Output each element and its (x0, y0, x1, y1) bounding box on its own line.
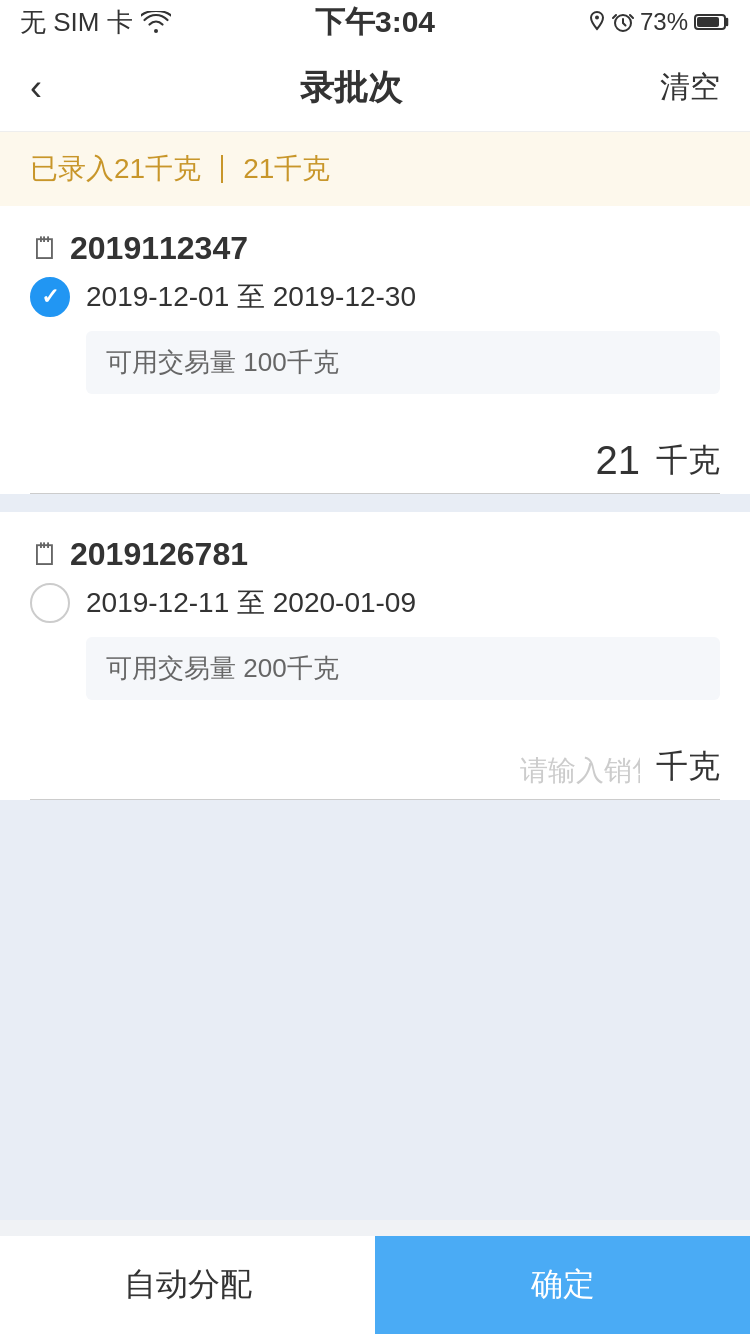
batch2-header: 🗒 2019126781 (30, 536, 720, 573)
section-divider-1 (0, 494, 750, 512)
page-title: 录批次 (300, 65, 402, 111)
batch1-qty-unit: 千克 (656, 439, 720, 483)
svg-point-0 (595, 16, 599, 20)
batch2-doc-icon: 🗒 (30, 538, 60, 572)
carrier-text: 无 SIM 卡 (20, 5, 133, 40)
batch2-radio[interactable] (30, 583, 70, 623)
battery-text: 73% (640, 8, 688, 36)
content-area: 已录入21千克 21千克 🗒 2019112347 2019-12-01 至 2… (0, 132, 750, 1334)
batch1-header: 🗒 2019112347 (30, 230, 720, 267)
batch1-qty-row: 千克 (0, 424, 750, 493)
batch1-qty-input[interactable] (520, 438, 640, 483)
status-right: 73% (588, 8, 730, 36)
confirm-button[interactable]: 确定 (375, 1236, 750, 1334)
batch2-id: 2019126781 (70, 536, 248, 573)
batch2-date-row: 2019-12-11 至 2020-01-09 (30, 583, 720, 623)
batch1-available: 可用交易量 100千克 (86, 331, 720, 394)
batch2-item: 🗒 2019126781 2019-12-11 至 2020-01-09 可用交… (0, 512, 750, 730)
summary-divider (221, 155, 223, 183)
batch2-qty-unit: 千克 (656, 745, 720, 789)
batch2-card: 🗒 2019126781 2019-12-11 至 2020-01-09 可用交… (0, 512, 750, 800)
batch2-available: 可用交易量 200千克 (86, 637, 720, 700)
wifi-icon (141, 11, 171, 33)
batch1-date: 2019-12-01 至 2019-12-30 (86, 278, 416, 316)
batch1-doc-icon: 🗒 (30, 232, 60, 266)
batch2-qty-input[interactable] (520, 744, 640, 789)
batch2-date: 2019-12-11 至 2020-01-09 (86, 584, 416, 622)
status-time: 下午3:04 (315, 2, 435, 43)
battery-icon (694, 13, 730, 31)
batch1-item: 🗒 2019112347 2019-12-01 至 2019-12-30 可用交… (0, 206, 750, 424)
status-bar: 无 SIM 卡 下午3:04 73% (0, 0, 750, 44)
location-icon (588, 11, 606, 33)
bottom-bar: 自动分配 确定 (0, 1236, 750, 1334)
nav-bar: ‹ 录批次 清空 (0, 44, 750, 132)
batch2-qty-row: 千克 (0, 730, 750, 799)
summary-amount-text: 21千克 (243, 150, 330, 188)
alarm-icon (612, 11, 634, 33)
back-button[interactable]: ‹ (30, 67, 42, 109)
auto-distribute-button[interactable]: 自动分配 (0, 1236, 375, 1334)
batch1-id: 2019112347 (70, 230, 248, 267)
batch1-radio[interactable] (30, 277, 70, 317)
status-left: 无 SIM 卡 (20, 5, 171, 40)
batch1-date-row: 2019-12-01 至 2019-12-30 (30, 277, 720, 317)
svg-rect-3 (697, 17, 719, 27)
summary-bar: 已录入21千克 21千克 (0, 132, 750, 206)
batch1-card: 🗒 2019112347 2019-12-01 至 2019-12-30 可用交… (0, 206, 750, 494)
bottom-empty-area (0, 800, 750, 1220)
summary-recorded-text: 已录入21千克 (30, 150, 201, 188)
clear-button[interactable]: 清空 (660, 67, 720, 108)
